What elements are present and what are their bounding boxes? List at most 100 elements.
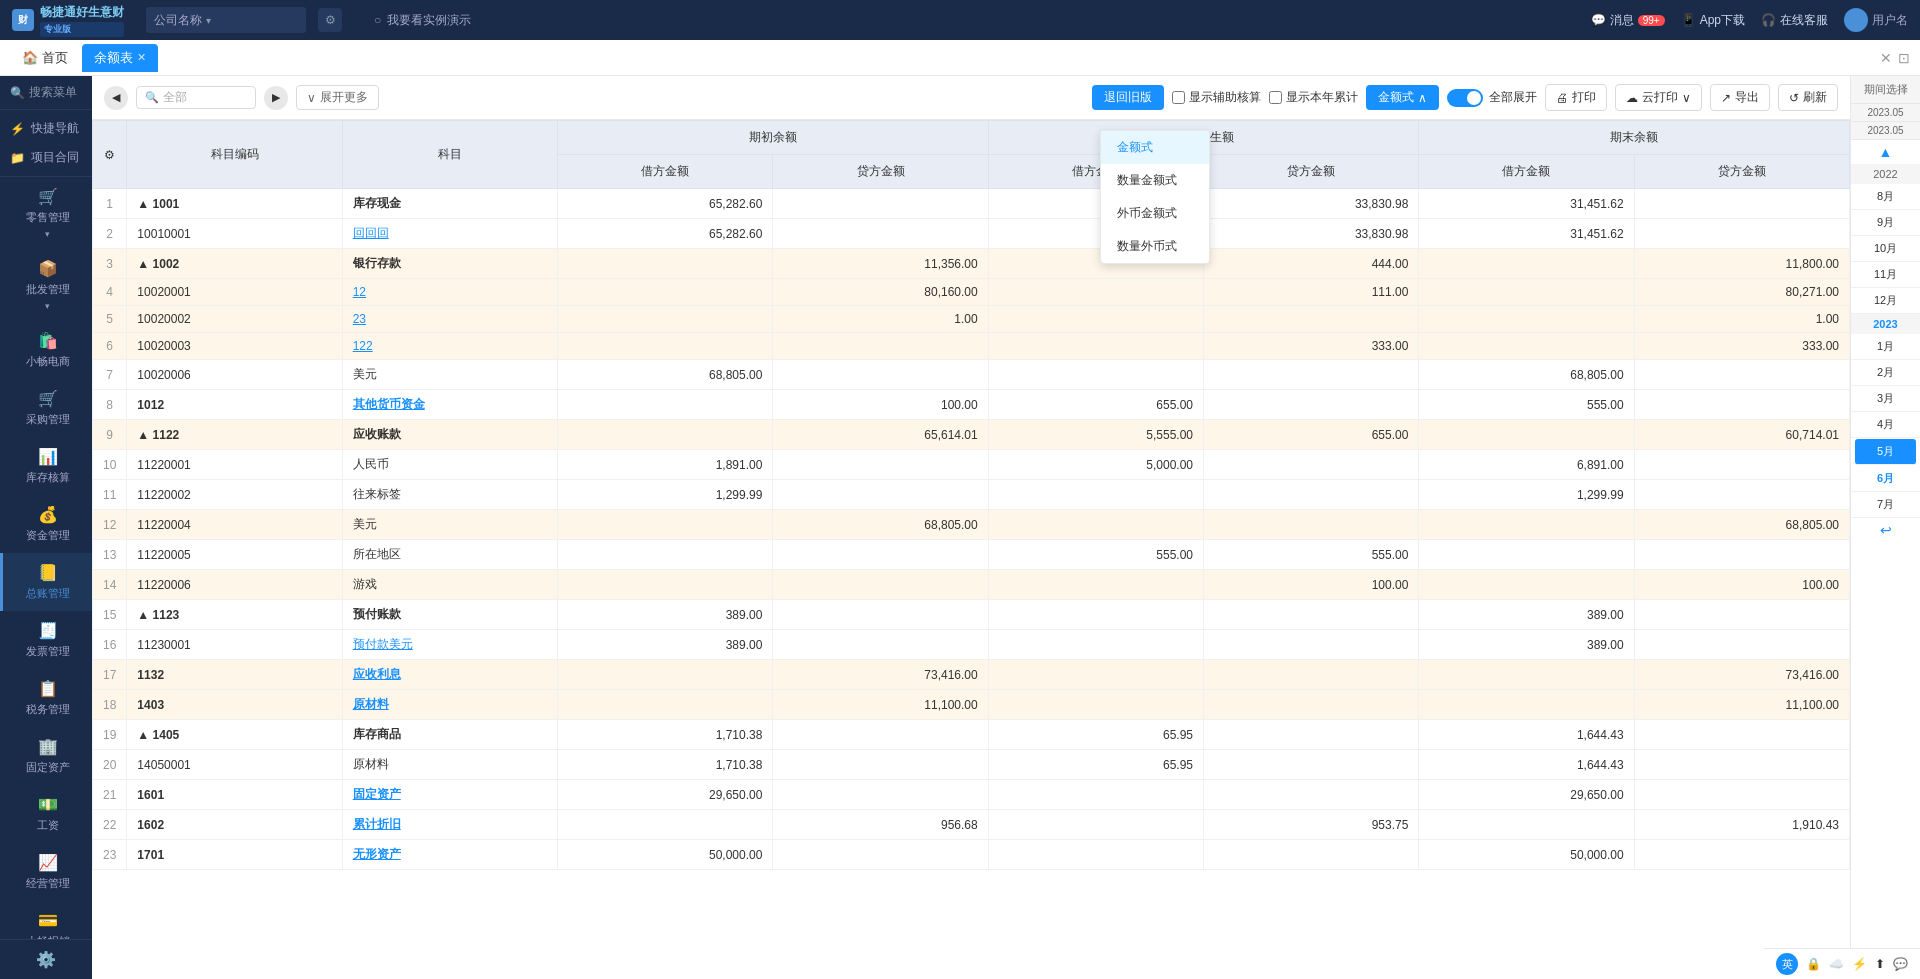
- table-row[interactable]: 20 14050001 原材料 1,710.38 65.95 1,644.43: [93, 750, 1850, 780]
- lock-icon[interactable]: 🔒: [1806, 957, 1821, 971]
- table-row[interactable]: 17 1132 应收利息 73,416.00 73,416.00: [93, 660, 1850, 690]
- sidebar-item-assets[interactable]: 🏢 固定资产: [0, 727, 92, 785]
- cell-subject[interactable]: 累计折旧: [342, 810, 557, 840]
- cell-subject[interactable]: 固定资产: [342, 780, 557, 810]
- cloud-icon[interactable]: ☁️: [1829, 957, 1844, 971]
- cell-subject[interactable]: 12: [342, 279, 557, 306]
- period-month-12[interactable]: 12月: [1851, 288, 1920, 314]
- table-row[interactable]: 18 1403 原材料 11,100.00 11,100.00: [93, 690, 1850, 720]
- cell-subject[interactable]: 其他货币资金: [342, 390, 557, 420]
- table-row[interactable]: 9 ▲ 1122 应收账款 65,614.01 5,555.00 655.00 …: [93, 420, 1850, 450]
- period-month-8[interactable]: 8月: [1851, 184, 1920, 210]
- period-scroll-up-btn[interactable]: ▲: [1851, 140, 1920, 164]
- refresh-btn[interactable]: ↺ 刷新: [1778, 84, 1838, 111]
- table-row[interactable]: 16 11230001 预付款美元 389.00 389.00: [93, 630, 1850, 660]
- sidebar-item-ecommerce[interactable]: 🛍️ 小畅电商: [0, 321, 92, 379]
- sidebar-item-ledger[interactable]: 📒 总账管理: [0, 553, 92, 611]
- message-btn[interactable]: 💬 消息 99+: [1591, 12, 1665, 29]
- table-row[interactable]: 14 11220006 游戏 100.00 100.00: [93, 570, 1850, 600]
- period-month-11[interactable]: 11月: [1851, 262, 1920, 288]
- period-month-9[interactable]: 9月: [1851, 210, 1920, 236]
- period-month-6[interactable]: 6月: [1851, 466, 1920, 492]
- period-month-7[interactable]: 7月: [1851, 492, 1920, 518]
- sidebar-item-projects[interactable]: 📁 项目合同: [0, 143, 92, 172]
- dropdown-item-qty-amount[interactable]: 数量金额式: [1101, 164, 1209, 197]
- print-btn[interactable]: 🖨 打印: [1545, 84, 1607, 111]
- cell-subject[interactable]: 无形资产: [342, 840, 557, 870]
- online-service-btn[interactable]: 🎧 在线客服: [1761, 12, 1828, 29]
- show-year-total-check[interactable]: 显示本年累计: [1269, 89, 1358, 106]
- sidebar-item-retail[interactable]: 🛒 零售管理 ▾: [0, 177, 92, 249]
- view-mode-btn[interactable]: 金额式 ∧: [1366, 85, 1439, 110]
- sidebar-item-management[interactable]: 📈 经营管理: [0, 843, 92, 901]
- sidebar-item-expense[interactable]: 💳 小畅报销: [0, 901, 92, 939]
- thunder-icon[interactable]: ⚡: [1852, 957, 1867, 971]
- dropdown-item-foreign-amount[interactable]: 外币金额式: [1101, 197, 1209, 230]
- app-download-btn[interactable]: 📱 App下载: [1681, 12, 1745, 29]
- table-row[interactable]: 4 10020001 12 80,160.00 111.00 80,271.00: [93, 279, 1850, 306]
- toggle-control[interactable]: [1447, 89, 1483, 107]
- table-row[interactable]: 23 1701 无形资产 50,000.00 50,000.00: [93, 840, 1850, 870]
- nav-back-btn[interactable]: ◀: [104, 86, 128, 110]
- table-row[interactable]: 5 10020002 23 1.00 1.00: [93, 306, 1850, 333]
- sidebar-search-btn[interactable]: 🔍 搜索菜单: [0, 76, 92, 110]
- table-row[interactable]: 1 ▲ 1001 库存现金 65,282.60 33,830.98 31,451…: [93, 189, 1850, 219]
- search-input-container[interactable]: 🔍 全部: [136, 86, 256, 109]
- tab-balance-sheet[interactable]: 余额表 ✕: [82, 44, 158, 72]
- sidebar-item-tax[interactable]: 📋 税务管理: [0, 669, 92, 727]
- translate-btn[interactable]: 英: [1776, 953, 1798, 975]
- sidebar-item-invoice[interactable]: 🧾 发票管理: [0, 611, 92, 669]
- sidebar-item-funds[interactable]: 💰 资金管理: [0, 495, 92, 553]
- dropdown-item-amount[interactable]: 金额式: [1101, 131, 1209, 164]
- tab-maximize[interactable]: ⊡: [1898, 50, 1910, 66]
- dropdown-item-qty-foreign[interactable]: 数量外币式: [1101, 230, 1209, 263]
- table-row[interactable]: 22 1602 累计折旧 956.68 953.75 1,910.43: [93, 810, 1850, 840]
- export-btn[interactable]: ↗ 导出: [1710, 84, 1770, 111]
- balance-table-container[interactable]: ⚙ 科目编码 科目 期初余额 本期发生额 期末余额 借方金额 贷方金额 借方金额…: [92, 120, 1850, 979]
- sidebar-item-shortcuts[interactable]: ⚡ 快捷导航: [0, 114, 92, 143]
- period-month-3[interactable]: 3月: [1851, 386, 1920, 412]
- table-row[interactable]: 7 10020006 美元 68,805.00 68,805.00: [93, 360, 1850, 390]
- sidebar-settings-icon[interactable]: ⚙️: [36, 950, 56, 969]
- show-auxiliary-check[interactable]: 显示辅助核算: [1172, 89, 1261, 106]
- table-row[interactable]: 6 10020003 122 333.00 333.00: [93, 333, 1850, 360]
- period-month-4[interactable]: 4月: [1851, 412, 1920, 438]
- tab-home[interactable]: 🏠 首页: [10, 44, 80, 72]
- company-dropdown[interactable]: 公司名称 ▾: [146, 7, 306, 33]
- table-row[interactable]: 12 11220004 美元 68,805.00 68,805.00: [93, 510, 1850, 540]
- user-avatar[interactable]: 用户名: [1844, 8, 1908, 32]
- tab-close-window[interactable]: ✕: [1880, 50, 1892, 66]
- table-row[interactable]: 21 1601 固定资产 29,650.00 29,650.00: [93, 780, 1850, 810]
- chat-icon[interactable]: 💬: [1893, 957, 1908, 971]
- sidebar-item-wholesale[interactable]: 📦 批发管理 ▾: [0, 249, 92, 321]
- period-scroll-down-btn[interactable]: ↩: [1851, 518, 1920, 542]
- cloud-print-btn[interactable]: ☁ 云打印 ∨: [1615, 84, 1702, 111]
- table-row[interactable]: 3 ▲ 1002 银行存款 11,356.00 444.00 11,800.00: [93, 249, 1850, 279]
- tab-close-btn[interactable]: ✕: [137, 51, 146, 64]
- cloud-upload-icon[interactable]: ⬆: [1875, 957, 1885, 971]
- table-row[interactable]: 19 ▲ 1405 库存商品 1,710.38 65.95 1,644.43: [93, 720, 1850, 750]
- th-gear[interactable]: ⚙: [93, 121, 127, 189]
- cell-subject[interactable]: 回回回: [342, 219, 557, 249]
- sidebar-item-payroll[interactable]: 💵 工资: [0, 785, 92, 843]
- table-row[interactable]: 13 11220005 所在地区 555.00 555.00: [93, 540, 1850, 570]
- cell-subject[interactable]: 122: [342, 333, 557, 360]
- period-month-2[interactable]: 2月: [1851, 360, 1920, 386]
- table-row[interactable]: 8 1012 其他货币资金 100.00 655.00 555.00: [93, 390, 1850, 420]
- table-row[interactable]: 10 11220001 人民币 1,891.00 5,000.00 6,891.…: [93, 450, 1850, 480]
- cell-subject[interactable]: 应收利息: [342, 660, 557, 690]
- demo-link[interactable]: ○ 我要看实例演示: [354, 12, 1579, 29]
- sidebar-item-inventory[interactable]: 📊 库存核算: [0, 437, 92, 495]
- expand-all-toggle[interactable]: 全部展开: [1447, 89, 1537, 107]
- expand-more-btn[interactable]: ∨ 展开更多: [296, 85, 379, 110]
- cell-subject[interactable]: 原材料: [342, 690, 557, 720]
- nav-forward-btn[interactable]: ▶: [264, 86, 288, 110]
- period-month-5[interactable]: 5月: [1855, 439, 1916, 465]
- settings-icon[interactable]: ⚙: [318, 8, 342, 32]
- sidebar-item-purchase[interactable]: 🛒 采购管理: [0, 379, 92, 437]
- table-row[interactable]: 11 11220002 往来标签 1,299.99 1,299.99: [93, 480, 1850, 510]
- return-old-btn[interactable]: 退回旧版: [1092, 85, 1164, 110]
- table-row[interactable]: 2 10010001 回回回 65,282.60 33,830.98 31,45…: [93, 219, 1850, 249]
- cell-subject[interactable]: 预付款美元: [342, 630, 557, 660]
- period-month-10[interactable]: 10月: [1851, 236, 1920, 262]
